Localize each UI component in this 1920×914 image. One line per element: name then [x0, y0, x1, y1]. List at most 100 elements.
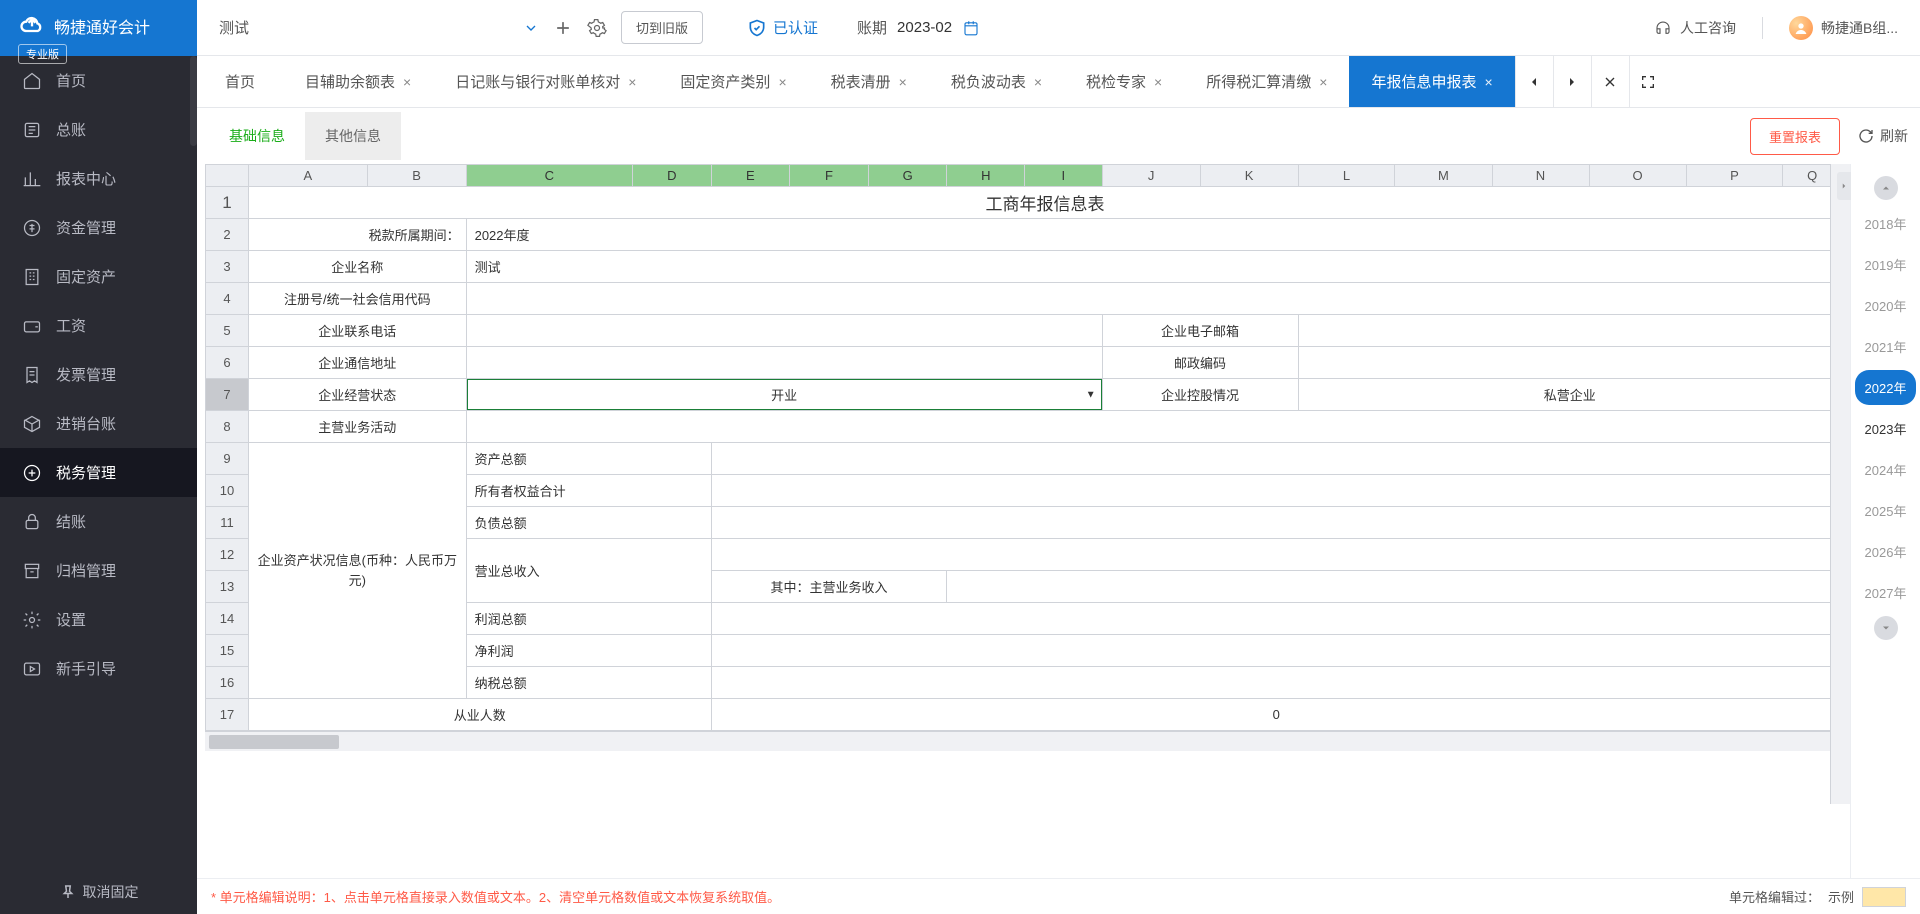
sidebar-item-guide[interactable]: 新手引导	[0, 644, 197, 693]
tab-tax-fluctuation[interactable]: 税负波动表×	[929, 56, 1064, 107]
cell[interactable]: 企业联系电话	[249, 315, 467, 347]
fullscreen-button[interactable]	[1629, 56, 1667, 107]
row-header[interactable]: 15	[206, 635, 249, 667]
year-option[interactable]: 2022年	[1855, 370, 1917, 405]
cell[interactable]: 净利润	[466, 635, 711, 667]
switch-old-version-button[interactable]: 切到旧版	[621, 11, 703, 44]
year-option[interactable]: 2025年	[1855, 493, 1917, 528]
cell[interactable]	[466, 315, 1102, 347]
row-header[interactable]: 11	[206, 507, 249, 539]
cell[interactable]: 企业电子邮箱	[1102, 315, 1298, 347]
selected-cell[interactable]: 开业▼	[466, 379, 1102, 411]
company-selector[interactable]: 测试	[219, 17, 539, 38]
cell[interactable]: 税款所属期间：	[249, 219, 467, 251]
cell[interactable]: 邮政编码	[1102, 347, 1298, 379]
user-menu[interactable]: 畅捷通B组...	[1789, 16, 1898, 40]
tab-scroll-left[interactable]	[1515, 56, 1553, 107]
sidebar-item-ledger[interactable]: 总账	[0, 105, 197, 154]
sidebar-item-reports[interactable]: 报表中心	[0, 154, 197, 203]
collapse-rail-button[interactable]	[1837, 172, 1851, 200]
cell[interactable]: 0	[711, 699, 1841, 731]
year-option[interactable]: 2021年	[1855, 329, 1917, 364]
subtab-other-info[interactable]: 其他信息	[305, 112, 401, 160]
cell[interactable]	[1298, 347, 1841, 379]
year-option[interactable]: 2019年	[1855, 247, 1917, 282]
row-header[interactable]: 2	[206, 219, 249, 251]
sidebar-item-settings[interactable]: 设置	[0, 595, 197, 644]
sidebar-item-archive[interactable]: 归档管理	[0, 546, 197, 595]
cell[interactable]: 纳税总额	[466, 667, 711, 699]
horizontal-scrollbar[interactable]	[205, 731, 1842, 751]
sidebar-scrollbar[interactable]	[190, 56, 197, 146]
reset-report-button[interactable]: 重置报表	[1750, 118, 1840, 155]
close-icon[interactable]: ×	[628, 74, 636, 90]
col-header[interactable]: L	[1298, 165, 1395, 187]
settings-button[interactable]	[587, 18, 607, 38]
cell[interactable]: 企业通信地址	[249, 347, 467, 379]
close-icon[interactable]: ×	[403, 74, 411, 90]
close-icon[interactable]: ×	[1154, 74, 1162, 90]
cell[interactable]: 其中：主营业务收入	[711, 571, 947, 603]
dropdown-arrow-icon[interactable]: ▼	[1086, 389, 1096, 400]
cell[interactable]: 测试	[466, 251, 1841, 283]
sheet-title[interactable]: 工商年报信息表	[249, 187, 1842, 219]
close-icon[interactable]: ×	[1319, 74, 1327, 90]
cell[interactable]	[711, 635, 1841, 667]
sidebar-item-invoice[interactable]: 发票管理	[0, 350, 197, 399]
cell[interactable]: 负债总额	[466, 507, 711, 539]
col-header[interactable]: B	[367, 165, 466, 187]
col-header[interactable]: I	[1025, 165, 1102, 187]
col-header[interactable]: D	[633, 165, 711, 187]
tab-journal-bank[interactable]: 日记账与银行对账单核对×	[433, 56, 658, 107]
year-option[interactable]: 2018年	[1855, 206, 1917, 241]
sidebar-item-assets[interactable]: 固定资产	[0, 252, 197, 301]
tab-fixed-asset-cat[interactable]: 固定资产类别×	[658, 56, 808, 107]
tab-home[interactable]: 首页	[197, 56, 283, 107]
year-scroll-down[interactable]	[1874, 616, 1898, 640]
col-header[interactable]: K	[1200, 165, 1298, 187]
refresh-button[interactable]: 刷新	[1858, 126, 1908, 146]
cell[interactable]	[711, 539, 1841, 571]
cell[interactable]: 企业资产状况信息(币种：人民币万元)	[249, 443, 467, 699]
col-header[interactable]: F	[790, 165, 869, 187]
cell[interactable]: 营业总收入	[466, 539, 711, 603]
close-icon[interactable]: ×	[778, 74, 786, 90]
close-icon[interactable]: ×	[899, 74, 907, 90]
tab-aux-balance[interactable]: 目辅助余额表×	[283, 56, 433, 107]
cell[interactable]	[711, 507, 1841, 539]
cell[interactable]	[466, 283, 1841, 315]
row-header[interactable]: 4	[206, 283, 249, 315]
sidebar-item-inventory[interactable]: 进销台账	[0, 399, 197, 448]
row-header[interactable]: 12	[206, 539, 249, 571]
add-button[interactable]	[553, 18, 573, 38]
tab-annual-report[interactable]: 年报信息申报表×	[1349, 56, 1514, 107]
close-icon[interactable]: ×	[1034, 74, 1042, 90]
col-header[interactable]: A	[249, 165, 368, 187]
year-option[interactable]: 2027年	[1855, 575, 1917, 610]
row-header[interactable]: 8	[206, 411, 249, 443]
row-header[interactable]: 1	[206, 187, 249, 219]
cell[interactable]: 利润总额	[466, 603, 711, 635]
col-header[interactable]: E	[711, 165, 790, 187]
cell[interactable]	[711, 443, 1841, 475]
sidebar-item-funds[interactable]: 资金管理	[0, 203, 197, 252]
col-header[interactable]: P	[1686, 165, 1783, 187]
col-header[interactable]: H	[947, 165, 1025, 187]
col-header[interactable]: N	[1492, 165, 1589, 187]
row-header[interactable]: 10	[206, 475, 249, 507]
tab-tax-register[interactable]: 税表清册×	[809, 56, 929, 107]
col-header[interactable]: O	[1589, 165, 1686, 187]
accounting-period[interactable]: 账期 2023-02	[857, 17, 980, 38]
year-option[interactable]: 2026年	[1855, 534, 1917, 569]
row-header[interactable]: 5	[206, 315, 249, 347]
cell[interactable]: 私营企业	[1298, 379, 1841, 411]
row-header[interactable]: 9	[206, 443, 249, 475]
cell[interactable]	[711, 667, 1841, 699]
col-header[interactable]: G	[868, 165, 947, 187]
year-option[interactable]: 2020年	[1855, 288, 1917, 323]
cell[interactable]: 注册号/统一社会信用代码	[249, 283, 467, 315]
tab-close-all[interactable]	[1591, 56, 1629, 107]
cell[interactable]	[466, 347, 1102, 379]
sidebar-item-close[interactable]: 结账	[0, 497, 197, 546]
unpin-button[interactable]: 取消固定	[0, 870, 197, 914]
